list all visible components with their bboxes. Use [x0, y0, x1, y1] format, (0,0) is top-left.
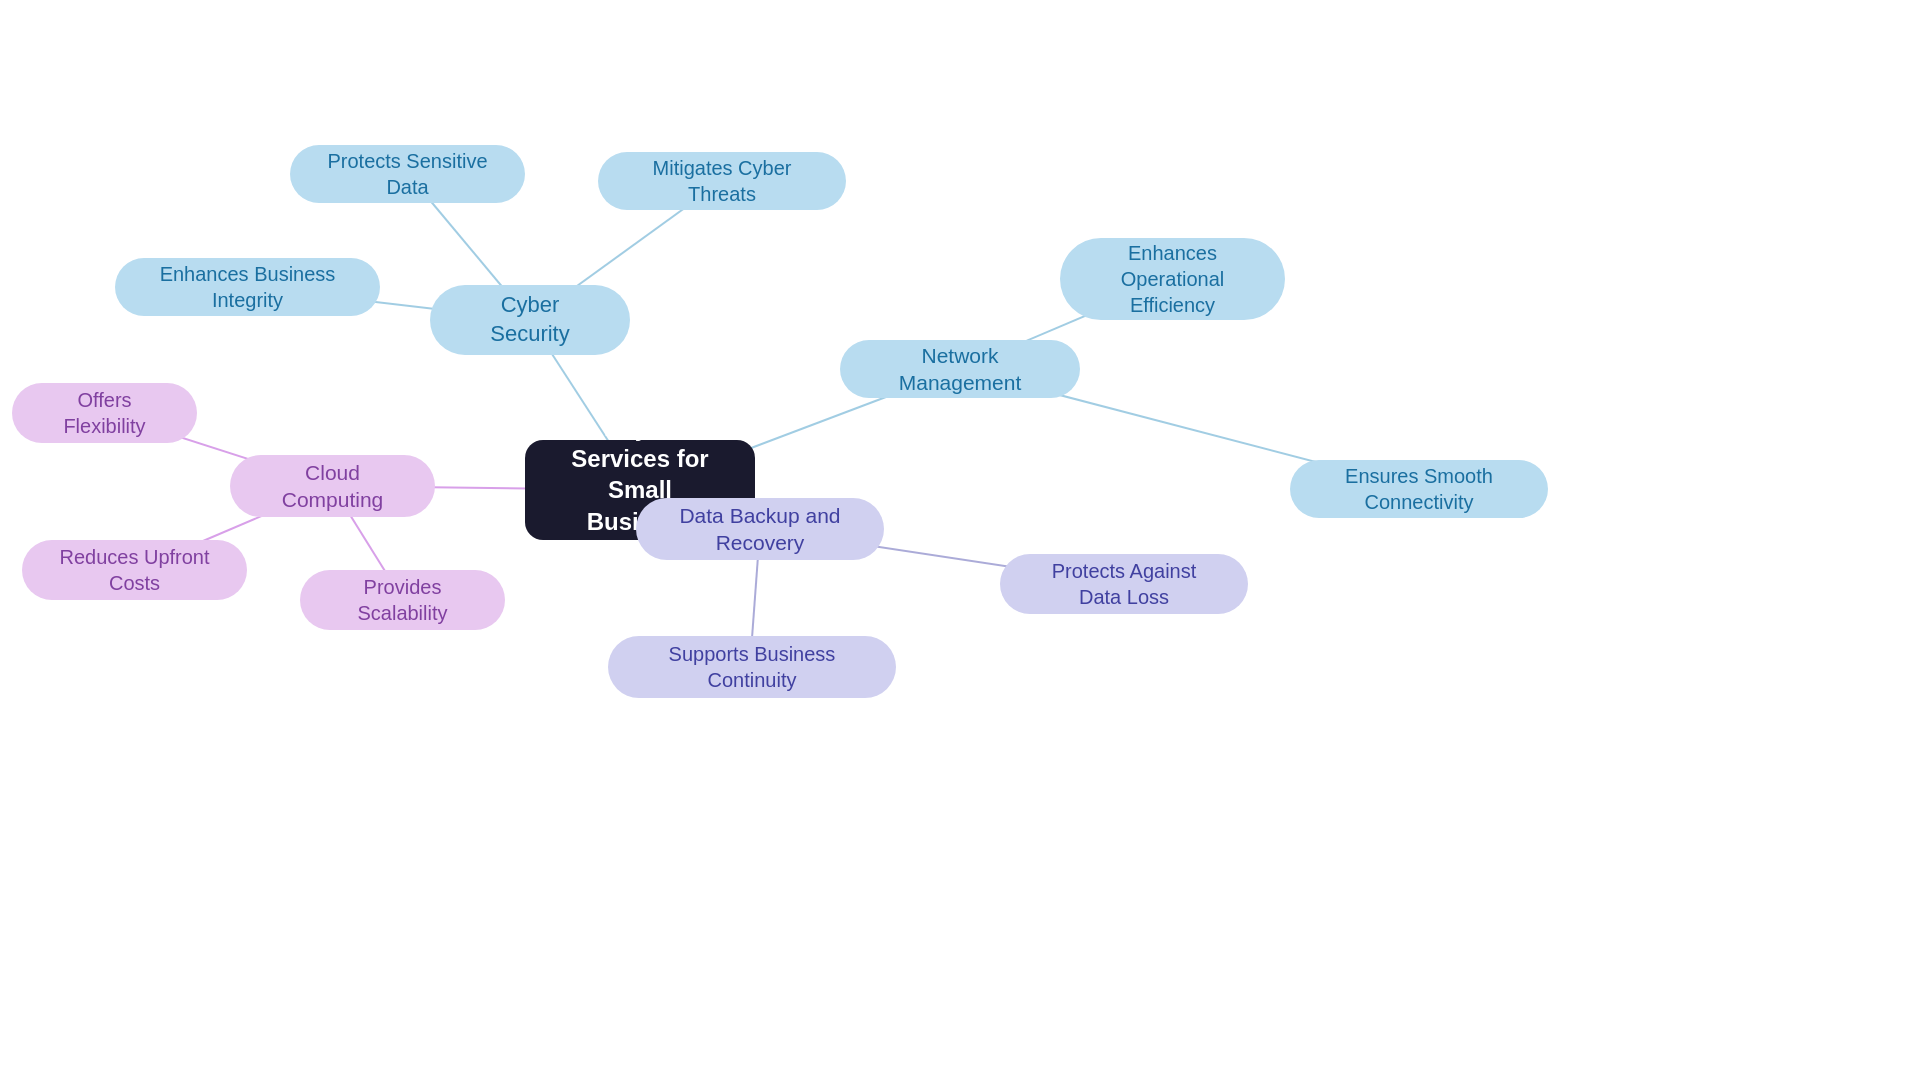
provides-scalability-node: Provides Scalability — [300, 570, 505, 630]
protects-data-loss-node: Protects Against Data Loss — [1000, 554, 1248, 614]
offers-flexibility-node: Offers Flexibility — [12, 383, 197, 443]
ensures-connectivity-node: Ensures Smooth Connectivity — [1290, 460, 1548, 518]
cyber-security-node: Cyber Security — [430, 285, 630, 355]
protects-sensitive-node: Protects Sensitive Data — [290, 145, 525, 203]
data-backup-node: Data Backup and Recovery — [636, 498, 884, 560]
cloud-computing-node: Cloud Computing — [230, 455, 435, 517]
enhances-efficiency-node: Enhances Operational Efficiency — [1060, 238, 1285, 320]
supports-continuity-node: Supports Business Continuity — [608, 636, 896, 698]
network-management-node: Network Management — [840, 340, 1080, 398]
reduces-costs-node: Reduces Upfront Costs — [22, 540, 247, 600]
enhances-integrity-node: Enhances Business Integrity — [115, 258, 380, 316]
mitigates-threats-node: Mitigates Cyber Threats — [598, 152, 846, 210]
